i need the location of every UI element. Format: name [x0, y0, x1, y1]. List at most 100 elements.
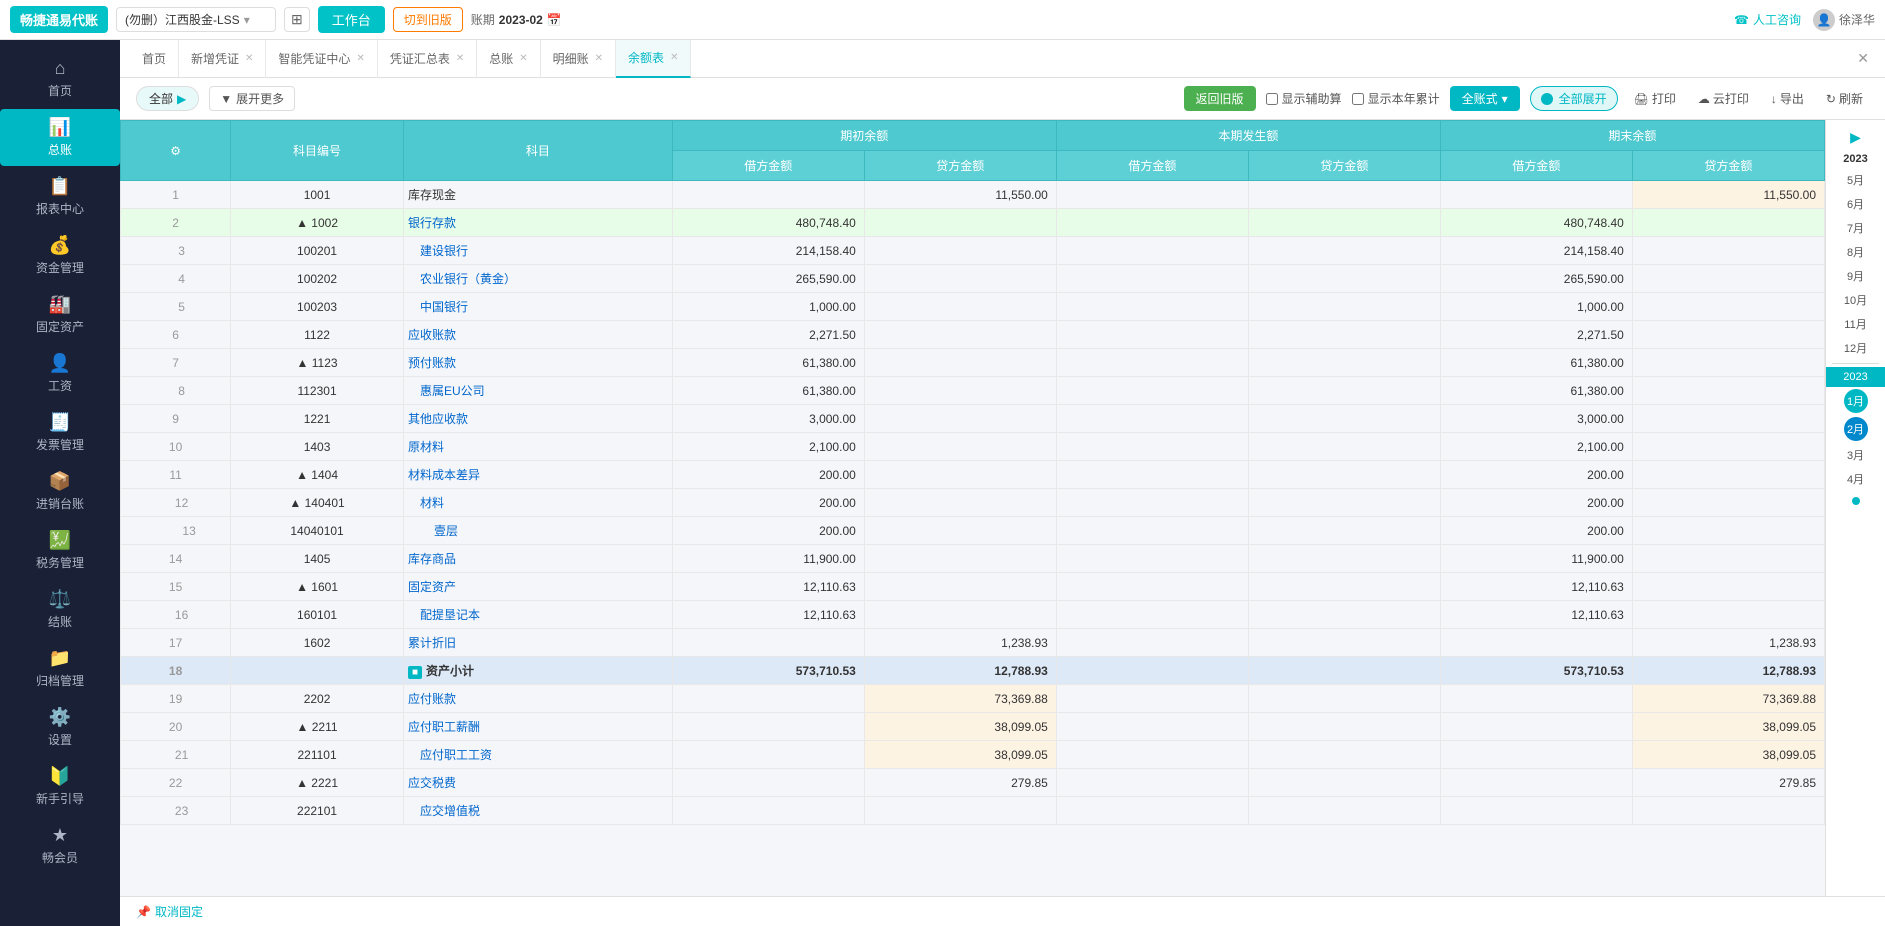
subject-link[interactable]: 应付职工工资 — [420, 748, 492, 762]
row-name-8[interactable]: 其他应收款 — [403, 405, 672, 433]
row-name-10[interactable]: 材料成本差异 — [403, 461, 672, 489]
subject-link[interactable]: 库存商品 — [408, 552, 456, 566]
cloud-print-button[interactable]: ☁ 云打印 — [1692, 87, 1755, 110]
month-5[interactable]: 5月 — [1826, 168, 1885, 192]
show-year-checkbox-label[interactable]: 显示本年累计 — [1352, 90, 1440, 107]
tab-voucher-summary-close[interactable]: ✕ — [456, 53, 464, 64]
row-name-6[interactable]: 预付账款 — [403, 349, 672, 377]
row-name-7[interactable]: 惠属EU公司 — [403, 377, 672, 405]
sidebar-item-salary[interactable]: 👤 工资 — [0, 345, 120, 402]
row-name-12[interactable]: 壹层 — [403, 517, 672, 545]
sidebar-item-invoice[interactable]: 🧾 发票管理 — [0, 404, 120, 461]
tab-home[interactable]: 首页 — [130, 40, 179, 78]
row-name-2[interactable]: 建设银行 — [403, 237, 672, 265]
tab-smart-voucher-close[interactable]: ✕ — [356, 53, 364, 64]
month-4[interactable]: 4月 — [1826, 467, 1885, 491]
sidebar-item-reports[interactable]: 📋 报表中心 — [0, 168, 120, 225]
tab-balance-table[interactable]: 余额表 ✕ — [616, 40, 691, 78]
tab-new-voucher-close[interactable]: ✕ — [245, 53, 253, 64]
export-button[interactable]: ↓ 导出 — [1765, 87, 1810, 110]
close-all-tabs[interactable]: ✕ — [1851, 50, 1875, 67]
subject-link[interactable]: 壹层 — [434, 524, 458, 538]
switch-version-button[interactable]: 切到旧版 — [393, 7, 463, 32]
sidebar-item-home[interactable]: ⌂ 首页 — [0, 50, 120, 107]
row-name-3[interactable]: 农业银行（黄金） — [403, 265, 672, 293]
row-name-21[interactable]: 应交税费 — [403, 769, 672, 797]
sidebar-item-close[interactable]: ⚖️ 结账 — [0, 581, 120, 638]
row-name-5[interactable]: 应收账款 — [403, 321, 672, 349]
refresh-button[interactable]: ↻ 刷新 — [1820, 87, 1869, 110]
subject-link[interactable]: 惠属EU公司 — [420, 384, 485, 398]
month-2-active[interactable]: 2月 — [1844, 417, 1868, 441]
year-2023-active[interactable]: 2023 — [1826, 367, 1885, 387]
show-aux-checkbox[interactable] — [1266, 93, 1278, 105]
subject-link[interactable]: 应付职工薪酬 — [408, 720, 480, 734]
tab-balance-table-close[interactable]: ✕ — [670, 52, 678, 63]
company-selector[interactable]: (勿删）江西股金-LSS ▾ — [116, 7, 276, 32]
sidebar-item-guide[interactable]: 🔰 新手引导 — [0, 758, 120, 815]
row-name-11[interactable]: 材料 — [403, 489, 672, 517]
row-name-9[interactable]: 原材料 — [403, 433, 672, 461]
tab-general-ledger[interactable]: 总账 ✕ — [477, 40, 540, 78]
row-name-22[interactable]: 应交增值税 — [403, 797, 672, 825]
subject-link[interactable]: 材料 — [420, 496, 444, 510]
sidebar-item-archive[interactable]: 📁 归档管理 — [0, 640, 120, 697]
subject-link[interactable]: 中国银行 — [420, 300, 468, 314]
month-11[interactable]: 11月 — [1826, 312, 1885, 336]
workbench-button[interactable]: 工作台 — [318, 6, 385, 33]
subject-link[interactable]: 应付账款 — [408, 692, 456, 706]
sidebar-item-assets[interactable]: 🏭 固定资产 — [0, 286, 120, 343]
sidebar-item-settings[interactable]: ⚙️ 设置 — [0, 699, 120, 756]
all-filter-button[interactable]: 全部 ▶ — [136, 86, 199, 111]
tab-detail-ledger-close[interactable]: ✕ — [595, 53, 603, 64]
month-7[interactable]: 7月 — [1826, 216, 1885, 240]
tab-voucher-summary[interactable]: 凭证汇总表 ✕ — [378, 40, 477, 78]
expand-more-button[interactable]: ▼ 展开更多 — [209, 86, 295, 111]
row-name-1[interactable]: 银行存款 — [403, 209, 672, 237]
sidebar-item-inventory[interactable]: 📦 进销台账 — [0, 463, 120, 520]
subject-link[interactable]: 银行存款 — [408, 216, 456, 230]
row-name-18[interactable]: 应付账款 — [403, 685, 672, 713]
show-year-checkbox[interactable] — [1352, 93, 1364, 105]
subject-link[interactable]: 其他应收款 — [408, 412, 468, 426]
row-name-4[interactable]: 中国银行 — [403, 293, 672, 321]
month-1[interactable]: 1月 — [1844, 389, 1868, 413]
subject-link[interactable]: 农业银行（黄金） — [420, 272, 516, 286]
month-12[interactable]: 12月 — [1826, 336, 1885, 360]
month-6[interactable]: 6月 — [1826, 192, 1885, 216]
tab-general-ledger-close[interactable]: ✕ — [519, 53, 527, 64]
subject-link[interactable]: 材料成本差异 — [408, 468, 480, 482]
copy-icon[interactable]: ⊞ — [284, 7, 310, 32]
service-button[interactable]: ☎ 人工咨询 — [1734, 11, 1801, 28]
cancel-pin-button[interactable]: 📌 取消固定 — [136, 903, 203, 920]
tab-new-voucher[interactable]: 新增凭证 ✕ — [179, 40, 266, 78]
month-3[interactable]: 3月 — [1826, 443, 1885, 467]
sidebar-item-tax[interactable]: 💹 税务管理 — [0, 522, 120, 579]
row-name-14[interactable]: 固定资产 — [403, 573, 672, 601]
subject-link[interactable]: 配提垦记本 — [420, 608, 480, 622]
return-old-button[interactable]: 返回旧版 — [1184, 86, 1256, 111]
full-style-button[interactable]: 全账式 ▾ — [1450, 86, 1520, 111]
subject-link[interactable]: 固定资产 — [408, 580, 456, 594]
user-menu[interactable]: 👤 徐泽华 — [1813, 9, 1875, 31]
row-name-16[interactable]: 累计折旧 — [403, 629, 672, 657]
tab-smart-voucher[interactable]: 智能凭证中心 ✕ — [266, 40, 377, 78]
row-name-13[interactable]: 库存商品 — [403, 545, 672, 573]
expand-all-toggle[interactable]: 全部展开 — [1530, 86, 1618, 111]
subject-link[interactable]: 应交增值税 — [420, 804, 480, 818]
sidebar-item-funds[interactable]: 💰 资金管理 — [0, 227, 120, 284]
row-name-20[interactable]: 应付职工工资 — [403, 741, 672, 769]
subject-link[interactable]: 预付账款 — [408, 356, 456, 370]
subject-link[interactable]: 累计折旧 — [408, 636, 456, 650]
subject-link[interactable]: 应交税费 — [408, 776, 456, 790]
month-8[interactable]: 8月 — [1826, 240, 1885, 264]
subject-link[interactable]: 建设银行 — [420, 244, 468, 258]
month-9[interactable]: 9月 — [1826, 264, 1885, 288]
sidebar-item-member[interactable]: ★ 畅会员 — [0, 817, 120, 874]
subject-link[interactable]: 应收账款 — [408, 328, 456, 342]
sidebar-item-ledger[interactable]: 📊 总账 — [0, 109, 120, 166]
show-aux-checkbox-label[interactable]: 显示辅助算 — [1266, 90, 1342, 107]
row-name-15[interactable]: 配提垦记本 — [403, 601, 672, 629]
tab-detail-ledger[interactable]: 明细账 ✕ — [541, 40, 616, 78]
month-10[interactable]: 10月 — [1826, 288, 1885, 312]
